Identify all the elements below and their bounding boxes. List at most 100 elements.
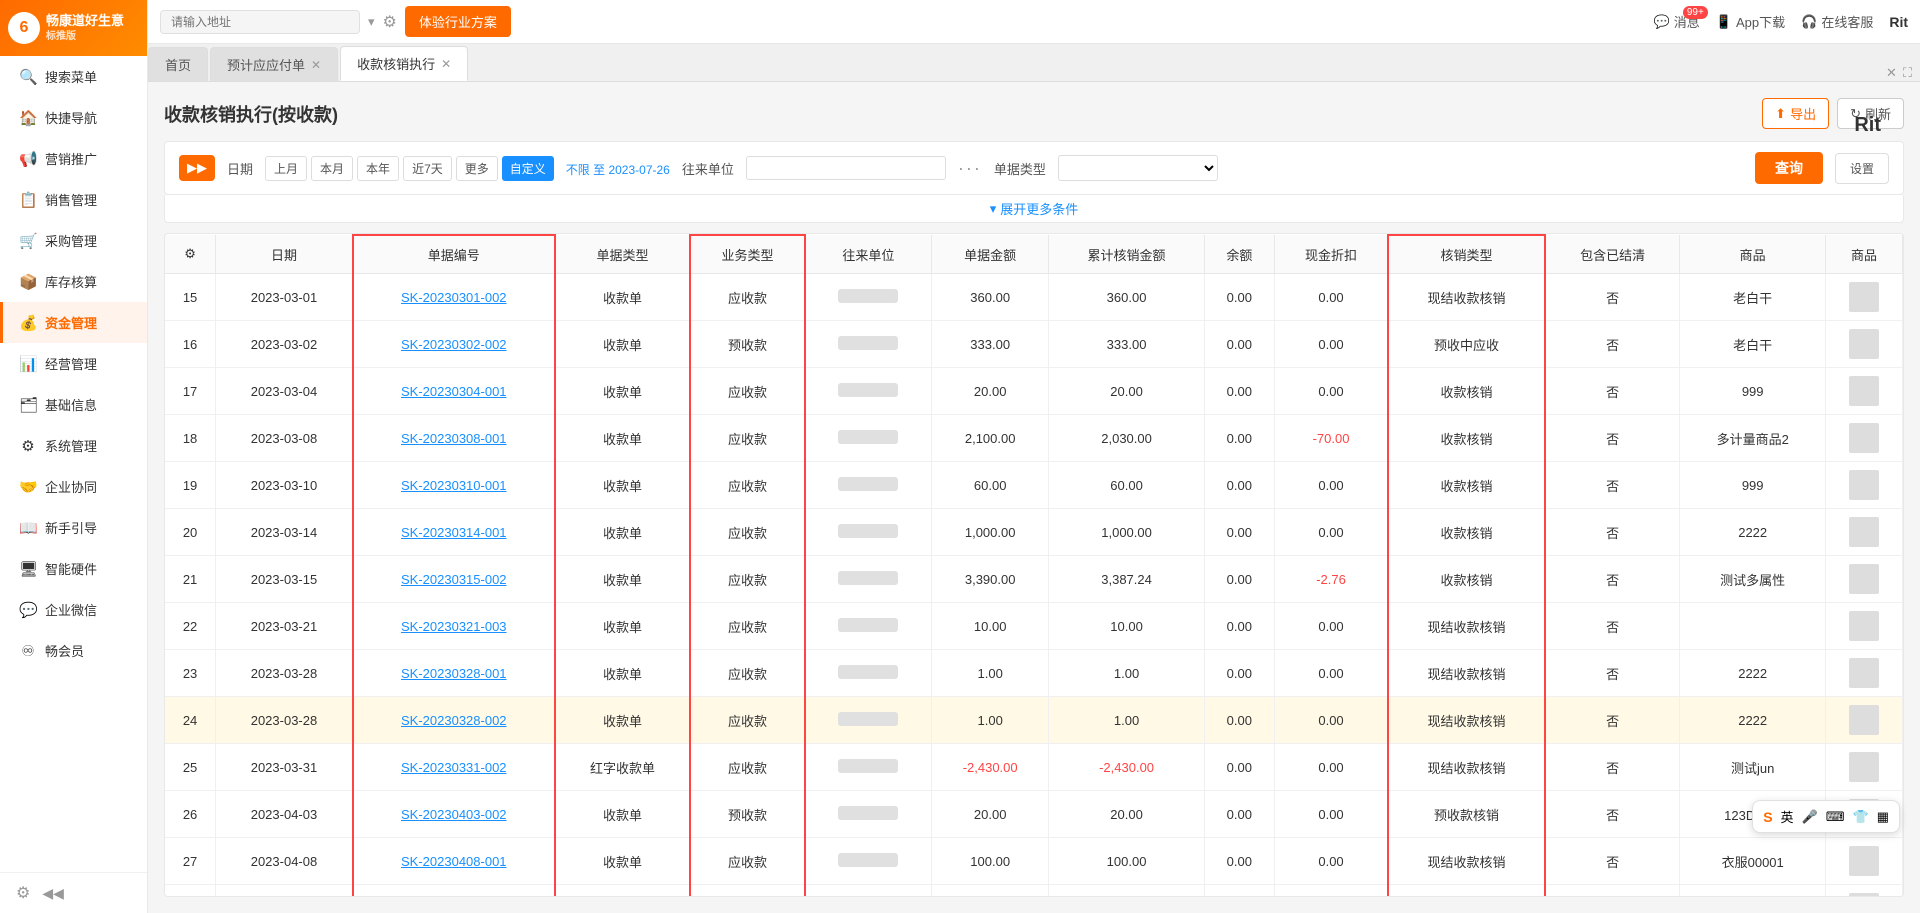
- online-service-btn[interactable]: 🎧 在线客服: [1801, 12, 1873, 31]
- col-partner[interactable]: 往来单位: [805, 235, 932, 274]
- cell-balance: 0.00: [1204, 650, 1274, 697]
- float-shirt-icon[interactable]: 👕: [1853, 809, 1869, 825]
- cell-balance: 0.00: [1204, 603, 1274, 650]
- float-mic-icon[interactable]: 🎤: [1802, 809, 1818, 825]
- cell-doc-no[interactable]: SK-20230328-001: [353, 650, 555, 697]
- tab-receipt-cancel[interactable]: 收款核销执行 ✕: [340, 46, 468, 81]
- query-btn[interactable]: 查询: [1755, 152, 1823, 184]
- col-product[interactable]: 商品: [1680, 235, 1826, 274]
- filter-7days[interactable]: 近7天: [403, 156, 452, 181]
- filter-expand-bar[interactable]: ▾ 展开更多条件: [164, 195, 1904, 223]
- col-cash-discount[interactable]: 现金折扣: [1274, 235, 1388, 274]
- sidebar-item-corp[interactable]: 🤝 企业协同: [0, 466, 147, 507]
- tab-close-all-icon[interactable]: ✕: [1886, 65, 1897, 81]
- settings-footer-icon[interactable]: ⚙: [16, 883, 30, 903]
- sidebar-item-finance[interactable]: 💰资金管理: [0, 302, 147, 343]
- cell-biz-type: 应收款: [690, 556, 804, 603]
- cell-doc-no[interactable]: SK-20230304-001: [353, 368, 555, 415]
- filter-more[interactable]: 更多: [456, 156, 498, 181]
- tab-payable[interactable]: 预计应应付单 ✕: [210, 47, 338, 81]
- cell-doc-no[interactable]: SK-20230302-002: [353, 321, 555, 368]
- expand-icon: ▾: [990, 201, 997, 217]
- cell-amount: 2,100.00: [931, 415, 1049, 462]
- corp-icon: 🤝: [19, 478, 37, 496]
- filter-partner-dots[interactable]: ···: [958, 158, 982, 179]
- filter-last-month[interactable]: 上月: [265, 156, 307, 181]
- gear-icon[interactable]: ⚙: [383, 12, 397, 32]
- cell-product2: [1826, 650, 1903, 697]
- dropdown-icon[interactable]: ▾: [368, 14, 375, 30]
- cell-no: 21: [165, 556, 216, 603]
- cell-doc-no[interactable]: SK-20230418-001: [353, 885, 555, 898]
- cell-no: 23: [165, 650, 216, 697]
- cell-doc-no[interactable]: SK-20230331-002: [353, 744, 555, 791]
- col-include-settled[interactable]: 包含已结清: [1545, 235, 1680, 274]
- sidebar-item-search[interactable]: 🔍搜索菜单: [0, 56, 147, 97]
- filter-this-year[interactable]: 本年: [357, 156, 399, 181]
- sidebar-item-marketing[interactable]: 📢营销推广: [0, 138, 147, 179]
- cell-doc-no[interactable]: SK-20230301-002: [353, 274, 555, 321]
- guide-icon: 📖: [19, 519, 37, 537]
- cell-doc-no[interactable]: SK-20230403-002: [353, 791, 555, 838]
- sidebar-item-purchase[interactable]: 🛒采购管理: [0, 220, 147, 261]
- cell-product2: [1826, 415, 1903, 462]
- cell-doc-no[interactable]: SK-20230321-003: [353, 603, 555, 650]
- collapse-icon[interactable]: ◀◀: [42, 885, 64, 902]
- cell-biz-type: 应收款: [690, 650, 804, 697]
- industry-btn[interactable]: 体验行业方案: [405, 6, 511, 37]
- cell-cancel-amount: 360.00: [1049, 274, 1204, 321]
- tab-receipt-cancel-close[interactable]: ✕: [441, 57, 451, 71]
- setting-btn[interactable]: 设置: [1835, 153, 1889, 184]
- col-doc-type[interactable]: 单据类型: [555, 235, 691, 274]
- user-avatar[interactable]: Rit: [1889, 14, 1908, 30]
- sidebar-label-corp: 企业协同: [45, 477, 97, 496]
- filter-doc-type-select[interactable]: [1058, 155, 1218, 181]
- filter-toggle-btn[interactable]: ▶▶: [179, 155, 215, 181]
- tab-expand-icon[interactable]: ⛶: [1903, 65, 1912, 81]
- cell-partner: [805, 885, 932, 898]
- cell-doc-no[interactable]: SK-20230328-002: [353, 697, 555, 744]
- sidebar-item-system[interactable]: ⚙系统管理: [0, 425, 147, 466]
- shortcut-icon: 🏠: [19, 109, 37, 127]
- filter-bar: ▶▶ 日期 上月 本月 本年 近7天 更多 自定义 不限 至 2023-07-2…: [164, 141, 1904, 195]
- address-input[interactable]: [160, 10, 360, 34]
- marketing-icon: 📢: [19, 150, 37, 168]
- float-keyboard-icon[interactable]: ⌨: [1826, 809, 1845, 825]
- cell-doc-no[interactable]: SK-20230314-001: [353, 509, 555, 556]
- cell-doc-no[interactable]: SK-20230308-001: [353, 415, 555, 462]
- export-btn[interactable]: ⬆ 导出: [1762, 98, 1829, 129]
- cell-partner: [805, 274, 932, 321]
- col-cancel-type[interactable]: 核销类型: [1388, 235, 1545, 274]
- sidebar-item-base[interactable]: 🗂基础信息: [0, 384, 147, 425]
- sidebar-item-stock[interactable]: 📦库存核算: [0, 261, 147, 302]
- cell-doc-no[interactable]: SK-20230310-001: [353, 462, 555, 509]
- message-btn[interactable]: 💬 消息 99+: [1654, 12, 1700, 31]
- sidebar-item-shortcut[interactable]: 🏠快捷导航: [0, 97, 147, 138]
- cell-date: 2023-03-21: [216, 603, 353, 650]
- col-biz-type[interactable]: 业务类型: [690, 235, 804, 274]
- sidebar-item-hardware[interactable]: 🖥智能硬件: [0, 548, 147, 589]
- col-settings[interactable]: ⚙: [165, 235, 216, 274]
- sidebar-item-wechat[interactable]: 💬企业微信: [0, 589, 147, 630]
- col-amount[interactable]: 单据金额: [931, 235, 1049, 274]
- sidebar-item-operations[interactable]: 📊经营管理: [0, 343, 147, 384]
- table-row: 18 2023-03-08 SK-20230308-001 收款单 应收款 2,…: [165, 415, 1903, 462]
- tab-payable-close[interactable]: ✕: [311, 58, 321, 72]
- sidebar-item-guide[interactable]: 📖新手引导: [0, 507, 147, 548]
- cell-doc-no[interactable]: SK-20230408-001: [353, 838, 555, 885]
- col-balance[interactable]: 余额: [1204, 235, 1274, 274]
- sidebar-item-sales[interactable]: 📋销售管理: [0, 179, 147, 220]
- col-product2[interactable]: 商品: [1826, 235, 1903, 274]
- app-download-btn[interactable]: 📱 App下载: [1716, 12, 1785, 31]
- cell-no: 18: [165, 415, 216, 462]
- col-cancel-amount[interactable]: 累计核销金额: [1049, 235, 1204, 274]
- filter-custom-btn[interactable]: 自定义: [502, 156, 554, 181]
- float-grid-icon[interactable]: ▦: [1877, 809, 1889, 825]
- tab-home[interactable]: 首页: [148, 47, 208, 81]
- col-doc-no[interactable]: 单据编号: [353, 235, 555, 274]
- filter-partner-input[interactable]: [746, 156, 946, 180]
- col-date[interactable]: 日期: [216, 235, 353, 274]
- filter-this-month[interactable]: 本月: [311, 156, 353, 181]
- cell-doc-no[interactable]: SK-20230315-002: [353, 556, 555, 603]
- sidebar-item-member[interactable]: ♾畅会员: [0, 630, 147, 671]
